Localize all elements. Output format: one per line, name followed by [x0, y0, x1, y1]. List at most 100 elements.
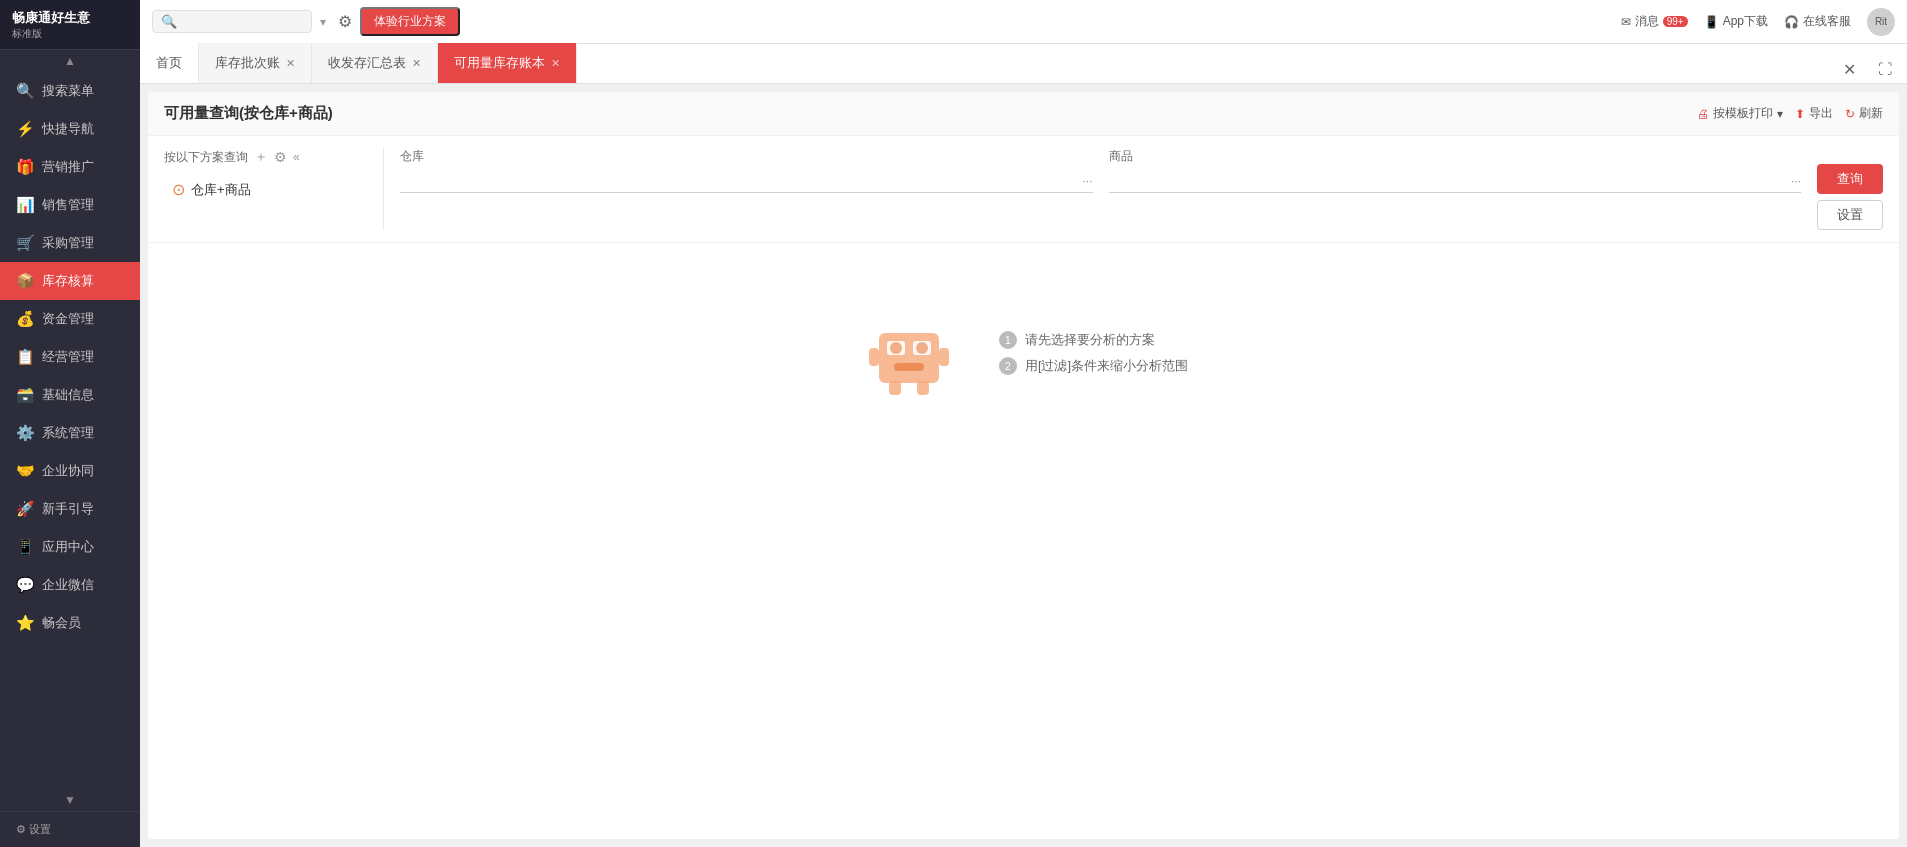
marketing-icon: 🎁: [16, 158, 34, 176]
sidebar-item-inventory[interactable]: 📦库存核算: [0, 262, 140, 300]
tab-home[interactable]: 首页: [140, 43, 199, 83]
finance-icon: 💰: [16, 310, 34, 328]
topbar-right-actions: ✉ 消息 99+ 📱 App下载 🎧 在线客服 Rit: [1621, 8, 1895, 36]
page-header-actions: 🖨 按模板打印 ▾ ⬆ 导出 ↻ 刷新: [1697, 105, 1883, 122]
sidebar-item-finance[interactable]: 💰 资金管理: [0, 300, 140, 338]
tab-label-available-ledger: 可用量库存账本: [454, 54, 545, 72]
sidebar-item-enterprise[interactable]: 🤝企业协同: [0, 452, 140, 490]
export-button[interactable]: ⬆ 导出: [1795, 105, 1833, 122]
page-header: 可用量查询(按仓库+商品) 🖨 按模板打印 ▾ ⬆ 导出 ↻ 刷新: [148, 92, 1899, 136]
logo-name: 畅康通好生意: [12, 10, 128, 27]
message-icon: ✉: [1621, 15, 1631, 29]
tab-label-batch-account: 库存批次账: [215, 54, 280, 72]
sidebar-item-label: 快捷导航: [42, 120, 94, 138]
tab-close-all-button[interactable]: ✕: [1835, 55, 1863, 83]
add-scheme-icon[interactable]: ＋: [254, 148, 268, 166]
tab-available-ledger[interactable]: 可用量库存账本 ✕: [438, 43, 577, 83]
goods-input[interactable]: [1109, 173, 1787, 188]
app-download-button[interactable]: 📱 App下载: [1704, 13, 1768, 30]
sidebar-item-label: 库存核算: [42, 272, 94, 290]
app-download-label: App下载: [1723, 13, 1768, 30]
template-print-chevron-icon: ▾: [1777, 107, 1783, 121]
search-input[interactable]: [181, 15, 291, 29]
goods-input-container: ···: [1109, 169, 1802, 193]
sidebar-item-member[interactable]: ⭐畅会员: [0, 604, 140, 642]
logo-sub: 标准版: [12, 27, 128, 41]
dropdown-chevron-icon[interactable]: ▾: [320, 15, 326, 29]
tab-label-home: 首页: [156, 54, 182, 72]
sidebar-logo: 畅康通好生意 标准版: [0, 0, 140, 50]
sidebar-bottom[interactable]: ⚙ 设置: [0, 811, 140, 847]
sidebar-item-wechat[interactable]: 💬企业微信: [0, 566, 140, 604]
sidebar-item-sales[interactable]: 📊 销售管理: [0, 186, 140, 224]
sidebar-item-label: 销售管理: [42, 196, 94, 214]
tab-expand-button[interactable]: ⛶: [1871, 55, 1899, 83]
customer-service-button[interactable]: 🎧 在线客服: [1784, 13, 1851, 30]
shortcut-icon: ⚡: [16, 120, 34, 138]
sidebar-item-purchase[interactable]: 🛒采购管理: [0, 224, 140, 262]
query-button[interactable]: 查询: [1817, 164, 1883, 194]
tab-close-batch-account[interactable]: ✕: [286, 57, 295, 70]
message-button[interactable]: ✉ 消息 99+: [1621, 13, 1688, 30]
sidebar-item-marketing[interactable]: 🎁营销推广: [0, 148, 140, 186]
sidebar-item-guide[interactable]: 🚀新手引导: [0, 490, 140, 528]
sidebar-item-appstore[interactable]: 📱应用中心: [0, 528, 140, 566]
sales-icon: 📊: [16, 196, 34, 214]
member-icon: ⭐: [16, 614, 34, 632]
template-print-label: 按模板打印: [1713, 105, 1773, 122]
tab-close-available-ledger[interactable]: ✕: [551, 57, 560, 70]
tab-batch-account[interactable]: 库存批次账 ✕: [199, 43, 312, 83]
hint-text-2: 用[过滤]条件来缩小分析范围: [1025, 357, 1188, 375]
filter-area: 按以下方案查询 ＋ ⚙ « ⊙仓库+商品 仓库 ··· 商品: [148, 136, 1899, 243]
empty-state: 1 请先选择要分析的方案 2 用[过滤]条件来缩小分析范围: [148, 243, 1899, 463]
message-badge: 99+: [1663, 16, 1688, 27]
tab-collect-summary[interactable]: 收发存汇总表✕: [312, 43, 438, 83]
sidebar-item-label: 企业微信: [42, 576, 94, 594]
experience-button[interactable]: 体验行业方案: [360, 7, 460, 36]
edit-scheme-icon[interactable]: ⚙: [274, 149, 287, 165]
settings-button[interactable]: 设置: [1817, 200, 1883, 230]
svg-rect-0: [879, 333, 939, 383]
goods-filter-field: 商品 ···: [1109, 148, 1802, 193]
message-label: 消息: [1635, 13, 1659, 30]
warehouse-more-icon[interactable]: ···: [1082, 174, 1092, 188]
tab-close-collect-summary[interactable]: ✕: [412, 57, 421, 70]
refresh-label: 刷新: [1859, 105, 1883, 122]
sidebar: 畅康通好生意 标准版 ▲ 🔍搜索菜单 ⚡ 快捷导航 🎁营销推广 📊 销售管理 🛒采购管理📦库…: [0, 0, 140, 847]
warehouse-input[interactable]: [400, 173, 1078, 188]
filter-scheme-label: 按以下方案查询: [164, 149, 248, 166]
avatar[interactable]: Rit: [1867, 8, 1895, 36]
collapse-icon[interactable]: «: [293, 150, 300, 164]
sidebar-item-operation[interactable]: 📋经营管理: [0, 338, 140, 376]
sidebar-item-label: 资金管理: [42, 310, 94, 328]
goods-more-icon[interactable]: ···: [1791, 174, 1801, 188]
warehouse-filter-field: 仓库 ···: [400, 148, 1093, 193]
purchase-icon: 🛒: [16, 234, 34, 252]
sidebar-item-search[interactable]: 🔍搜索菜单: [0, 72, 140, 110]
sidebar-scroll-up[interactable]: ▲: [0, 50, 140, 72]
sidebar-item-label: 系统管理: [42, 424, 94, 442]
customer-service-label: 在线客服: [1803, 13, 1851, 30]
scheme-item-warehouse-goods[interactable]: ⊙仓库+商品: [164, 174, 371, 205]
template-print-button[interactable]: 🖨 按模板打印 ▾: [1697, 105, 1783, 122]
filter-scheme-header: 按以下方案查询 ＋ ⚙ «: [164, 148, 371, 166]
sidebar-item-system[interactable]: ⚙️ 系统管理: [0, 414, 140, 452]
warehouse-label: 仓库: [400, 148, 1093, 165]
hint-num-1: 1: [999, 331, 1017, 349]
svg-point-8: [890, 342, 902, 354]
settings-gear-icon[interactable]: ⚙: [338, 12, 352, 31]
topbar-search-box[interactable]: 🔍: [152, 10, 312, 33]
refresh-button[interactable]: ↻ 刷新: [1845, 105, 1883, 122]
sidebar-item-basic[interactable]: 🗃️基础信息: [0, 376, 140, 414]
app-icon: 📱: [1704, 15, 1719, 29]
guide-icon: 🚀: [16, 500, 34, 518]
tabs-bar: 首页库存批次账✕收发存汇总表✕可用量库存账本✕ ✕ ⛶: [140, 44, 1907, 84]
svg-rect-7: [917, 381, 929, 395]
sidebar-scroll-down[interactable]: ▼: [0, 789, 140, 811]
main-area: 🔍 ▾ ⚙ 体验行业方案 ✉ 消息 99+ 📱 App下载 🎧 在线客服 Rit: [140, 0, 1907, 847]
sidebar-item-shortcut[interactable]: ⚡ 快捷导航: [0, 110, 140, 148]
sidebar-menu: 🔍搜索菜单 ⚡ 快捷导航 🎁营销推广 📊 销售管理 🛒采购管理📦库存核算 💰 资金管理 📋经营管理…: [0, 72, 140, 789]
export-icon: ⬆: [1795, 107, 1805, 121]
system-icon: ⚙️: [16, 424, 34, 442]
enterprise-icon: 🤝: [16, 462, 34, 480]
